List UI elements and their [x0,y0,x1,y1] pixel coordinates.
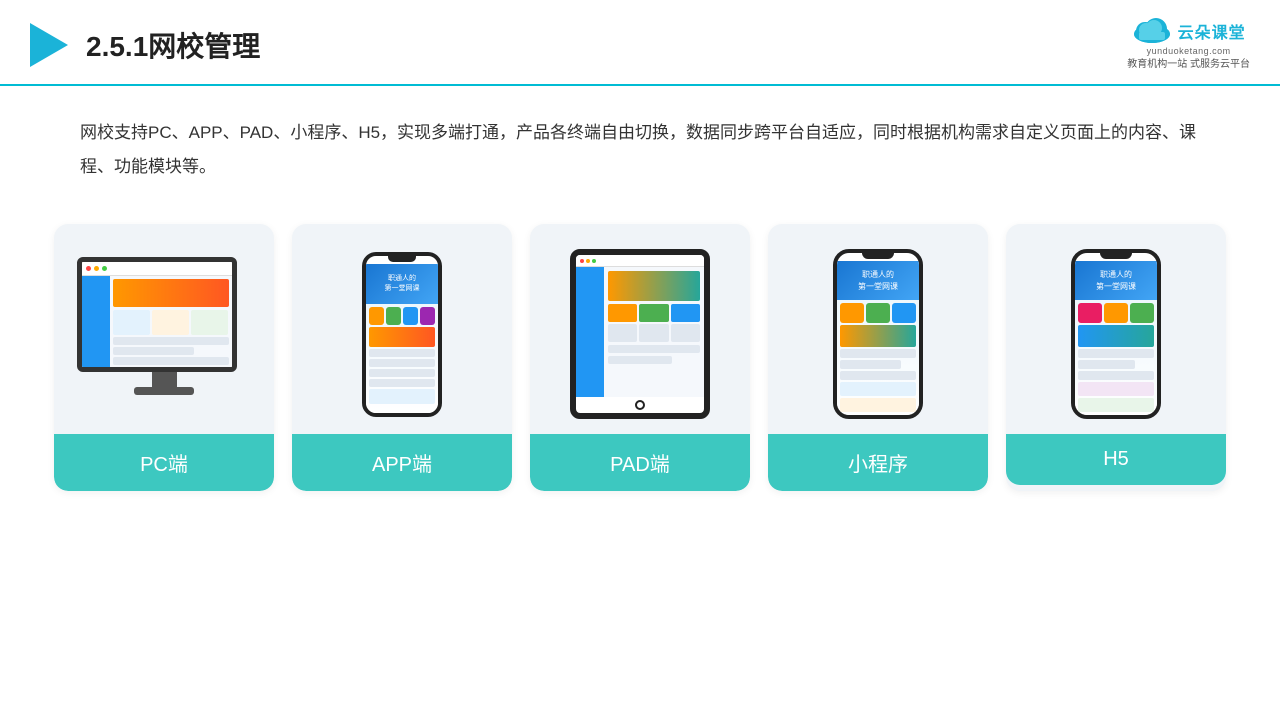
mini-phone-illustration-1: 职通人的第一堂网课 [833,249,923,419]
header-left: 2.5.1网校管理 [30,23,260,67]
logo-slogan: 教育机构一站 式服务云平台 [1127,58,1250,72]
card-pc-image [54,224,274,434]
tablet-illustration [570,249,710,419]
body-text: 网校支持PC、APP、PAD、小程序、H5，实现多端打通，产品各终端自由切换，数… [0,86,1280,184]
card-h5-label: H5 [1006,434,1226,485]
mini-phone-illustration-2: 职通人的第一堂网课 [1071,249,1161,419]
card-pc: PC端 [54,224,274,491]
card-miniprogram: 职通人的第一堂网课 [768,224,988,491]
card-pc-label: PC端 [54,434,274,491]
header: 2.5.1网校管理 云朵课堂 yunduoketang.com 教育机构一站 式… [0,0,1280,86]
card-h5: 职通人的第一堂网课 [1006,224,1226,491]
card-pad-label: PAD端 [530,434,750,491]
card-app-image: 职通人的第一堂网课 [292,224,512,434]
card-app-label: APP端 [292,434,512,491]
pc-monitor-illustration [77,257,252,412]
logo-cloud: 云朵课堂 [1132,18,1246,44]
logo-text: 云朵课堂 [1178,19,1246,43]
card-miniprogram-label: 小程序 [768,434,988,491]
card-miniprogram-image: 职通人的第一堂网课 [768,224,988,434]
card-pad-image [530,224,750,434]
cloud-icon [1132,18,1172,44]
card-h5-image: 职通人的第一堂网课 [1006,224,1226,434]
page-title: 2.5.1网校管理 [86,25,260,65]
card-app: 职通人的第一堂网课 [292,224,512,491]
play-icon [30,23,68,67]
card-pad: PAD端 [530,224,750,491]
logo-area: 云朵课堂 yunduoketang.com 教育机构一站 式服务云平台 [1127,18,1250,72]
logo-sub: yunduoketang.com [1147,46,1231,56]
phone-illustration: 职通人的第一堂网课 [362,252,442,417]
cards-area: PC端 职通人的第一堂网课 [0,194,1280,491]
